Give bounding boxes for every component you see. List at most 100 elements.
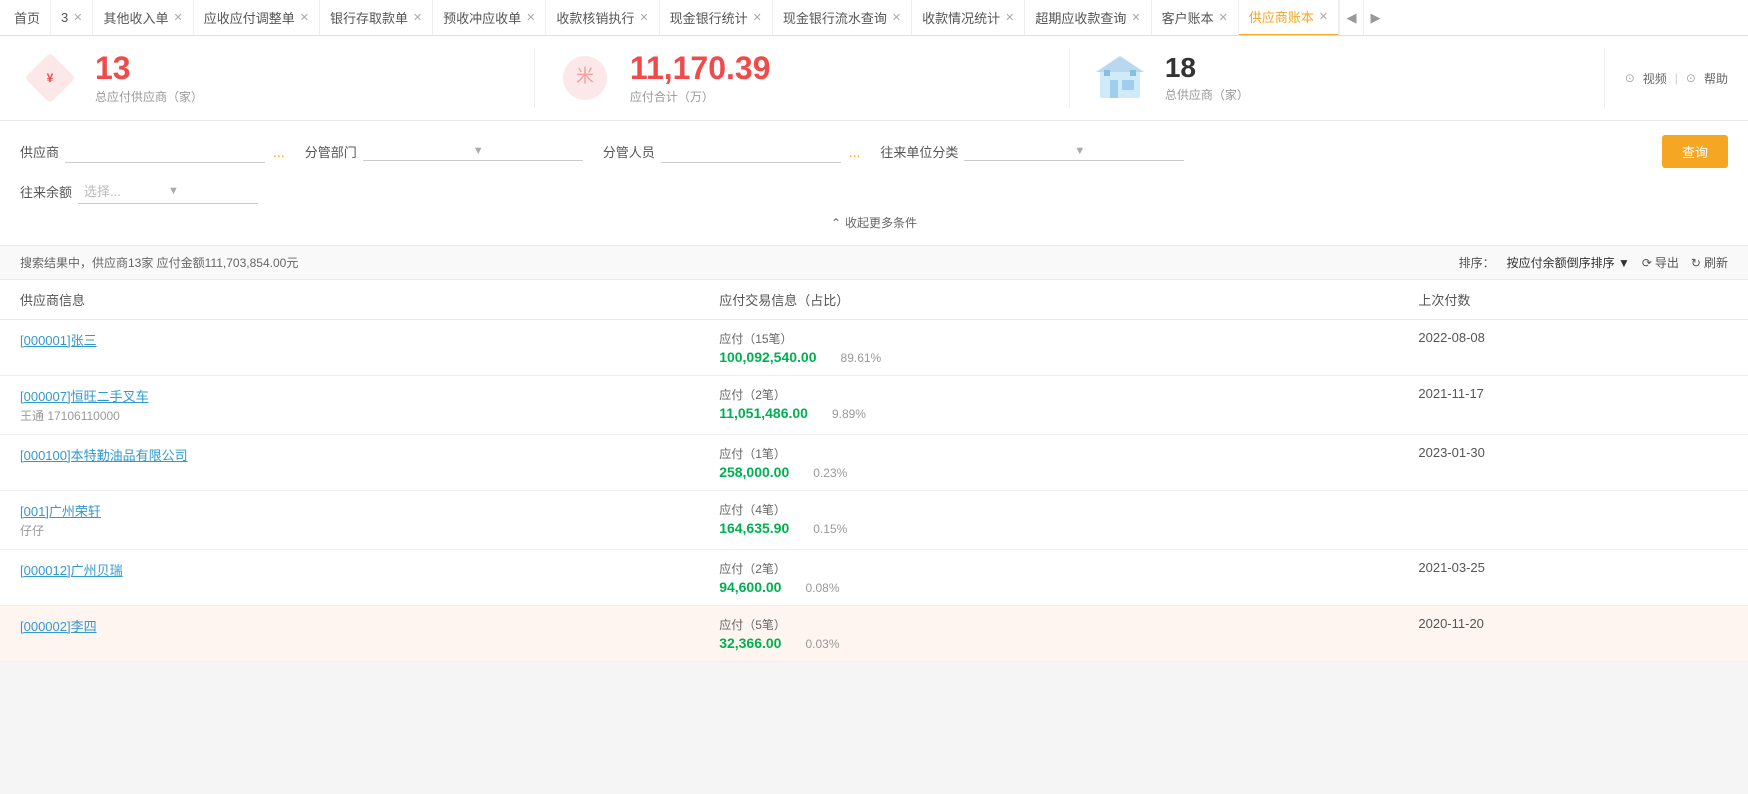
trans-pct-value: 0.23% xyxy=(813,466,847,480)
nav-tab-bank-deposit[interactable]: 银行存取款单 ✕ xyxy=(320,0,433,36)
trans-info-cell: 应付（15笔） 100,092,540.00 89.61% xyxy=(699,320,1398,376)
balance-select[interactable]: 选择... ▼ xyxy=(78,178,258,204)
nav-tab-3-label: 3 xyxy=(61,10,68,25)
nav-tab-3[interactable]: 3 ✕ xyxy=(51,0,93,36)
video-link[interactable]: 视频 xyxy=(1643,70,1667,87)
last-payment-cell: 2023-01-30 xyxy=(1398,435,1748,491)
nav-tab-supplier-ledger[interactable]: 供应商账本 ✕ xyxy=(1239,0,1339,36)
refresh-label: 刷新 xyxy=(1704,254,1728,271)
nav-tab-other-income-close[interactable]: ✕ xyxy=(173,11,182,24)
supplier-sub-info: 王通 17106110000 xyxy=(20,407,679,424)
trans-pct-value: 89.61% xyxy=(841,351,882,365)
nav-tab-ar-ap-adjust-close[interactable]: ✕ xyxy=(300,11,309,24)
result-actions: 排序： 按应付余额倒序排序 ▼ ⟳ 导出 ↻ 刷新 xyxy=(1459,254,1728,271)
nav-tab-prepaid-charge-label: 预收冲应收单 xyxy=(443,8,521,27)
person-input[interactable] xyxy=(661,141,841,163)
supplier-info-cell: [000007]恒旺二手叉车王通 17106110000 xyxy=(0,376,699,435)
top-navigation: 首页 3 ✕ 其他收入单 ✕ 应收应付调整单 ✕ 银行存取款单 ✕ 预收冲应收单… xyxy=(0,0,1748,36)
trans-amount-value[interactable]: 11,051,486.00 xyxy=(719,405,808,421)
nav-tab-ar-ap-adjust-label: 应收应付调整单 xyxy=(204,8,295,27)
table-row: [000002]李四应付（5笔）32,366.000.03%2020-11-20 xyxy=(0,606,1748,662)
nav-prev-arrow[interactable]: ◀ xyxy=(1339,0,1363,36)
nav-tab-cash-bank-stat-close[interactable]: ✕ xyxy=(753,11,762,24)
nav-tab-receipt-stat[interactable]: 收款情况统计 ✕ xyxy=(912,0,1025,36)
nav-tab-overdue-ar-close[interactable]: ✕ xyxy=(1131,11,1140,24)
trans-info-cell: 应付（5笔）32,366.000.03% xyxy=(699,606,1398,662)
supplier-link[interactable]: [000100]本特勤油品有限公司 xyxy=(20,448,188,463)
nav-tab-overdue-ar-label: 超期应收款查询 xyxy=(1035,8,1126,27)
sort-value-btn[interactable]: 按应付余额倒序排序 ▼ xyxy=(1507,254,1630,271)
nav-tab-3-close[interactable]: ✕ xyxy=(73,11,82,24)
summary-ap-amount-label: 应付合计（万） xyxy=(630,88,771,105)
refresh-button[interactable]: ↻ 刷新 xyxy=(1691,254,1728,271)
svg-text:米: 米 xyxy=(576,66,594,86)
trans-count-label: 应付（15笔） xyxy=(719,330,1378,347)
nav-tab-receipt-verify-close[interactable]: ✕ xyxy=(639,11,648,24)
wheat-icon: 米 xyxy=(555,48,615,108)
nav-tab-bank-deposit-close[interactable]: ✕ xyxy=(413,11,422,24)
trans-pct-value: 0.08% xyxy=(805,581,839,595)
summary-ap-amount-text: 11,170.39 应付合计（万） xyxy=(630,51,771,105)
nav-tab-customer-ledger-close[interactable]: ✕ xyxy=(1219,11,1228,24)
search-row-1: 供应商 ... 分管部门 ▼ 分管人员 ... 往来单位分类 ▼ xyxy=(20,135,1728,168)
nav-tab-receipt-verify-label: 收款核销执行 xyxy=(556,8,634,27)
search-bar: 供应商 ... 分管部门 ▼ 分管人员 ... 往来单位分类 ▼ xyxy=(0,121,1748,246)
supplier-dots-btn[interactable]: ... xyxy=(273,144,285,160)
nav-tab-cash-flow-query-close[interactable]: ✕ xyxy=(892,11,901,24)
category-field: 往来单位分类 ▼ xyxy=(880,142,1184,161)
table-header: 供应商信息 应付交易信息（占比） 上次付数 xyxy=(0,280,1748,320)
trans-amount-value[interactable]: 164,635.90 xyxy=(719,520,789,536)
nav-next-arrow[interactable]: ▶ xyxy=(1363,0,1387,36)
nav-tab-ar-ap-adjust[interactable]: 应收应付调整单 ✕ xyxy=(194,0,320,36)
nav-tab-customer-ledger[interactable]: 客户账本 ✕ xyxy=(1152,0,1239,36)
dept-select[interactable]: ▼ xyxy=(363,142,583,161)
supplier-link[interactable]: [000002]李四 xyxy=(20,619,97,634)
help-link[interactable]: 帮助 xyxy=(1704,70,1728,87)
nav-tab-prepaid-charge[interactable]: 预收冲应收单 ✕ xyxy=(433,0,546,36)
summary-bar: ¥ 13 总应付供应商（家） 米 11,170.39 应付合计（万） xyxy=(0,36,1748,121)
supplier-link[interactable]: [000012]广州贝瑞 xyxy=(20,563,123,578)
nav-tab-home[interactable]: 首页 xyxy=(4,0,51,36)
summary-card-ap-suppliers: ¥ 13 总应付供应商（家） xyxy=(20,48,535,108)
supplier-link[interactable]: [000001]张三 xyxy=(20,333,97,348)
nav-tab-receipt-stat-close[interactable]: ✕ xyxy=(1005,11,1014,24)
result-summary-text: 搜索结果中，供应商13家 应付金额111,703,854.00元 xyxy=(20,254,298,271)
supplier-info-cell: [000001]张三 xyxy=(0,320,699,376)
supplier-info-cell: [001]广州荣轩仔仔 xyxy=(0,491,699,550)
summary-card-ap-amount: 米 11,170.39 应付合计（万） xyxy=(555,48,1070,108)
nav-tab-supplier-ledger-close[interactable]: ✕ xyxy=(1319,10,1328,23)
nav-tab-cash-bank-stat[interactable]: 现金银行统计 ✕ xyxy=(660,0,773,36)
dept-field: 分管部门 ▼ xyxy=(305,142,583,161)
nav-tab-overdue-ar[interactable]: 超期应收款查询 ✕ xyxy=(1025,0,1151,36)
nav-tab-prepaid-charge-close[interactable]: ✕ xyxy=(526,11,535,24)
trans-count-label: 应付（2笔） xyxy=(719,560,1378,577)
summary-ap-suppliers-label: 总应付供应商（家） xyxy=(95,88,203,105)
category-select[interactable]: ▼ xyxy=(964,142,1184,161)
search-row-2: 往来余额 选择... ▼ xyxy=(20,178,1728,204)
supplier-link[interactable]: [000007]恒旺二手叉车 xyxy=(20,389,149,404)
trans-amount-value[interactable]: 100,092,540.00 xyxy=(719,349,816,365)
trans-amount-value[interactable]: 94,600.00 xyxy=(719,579,781,595)
trans-count-label: 应付（2笔） xyxy=(719,386,1378,403)
query-button[interactable]: 查询 xyxy=(1662,135,1728,168)
nav-tab-cash-flow-query[interactable]: 现金银行流水查询 ✕ xyxy=(773,0,912,36)
trans-pct-value: 0.15% xyxy=(813,522,847,536)
table-row: [001]广州荣轩仔仔应付（4笔）164,635.900.15% xyxy=(0,491,1748,550)
nav-tab-receipt-verify[interactable]: 收款核销执行 ✕ xyxy=(546,0,659,36)
collapse-button[interactable]: ⌃ 收起更多条件 xyxy=(831,210,917,235)
trans-amount-value[interactable]: 258,000.00 xyxy=(719,464,789,480)
sort-label: 排序： xyxy=(1459,254,1495,271)
nav-tab-other-income[interactable]: 其他收入单 ✕ xyxy=(93,0,193,36)
dept-select-arrow: ▼ xyxy=(473,145,577,157)
export-button[interactable]: ⟳ 导出 xyxy=(1642,254,1679,271)
person-field: 分管人员 ... xyxy=(603,141,861,163)
summary-ap-amount-value: 11,170.39 xyxy=(630,51,771,86)
table-row: [000001]张三应付（15笔）100,092,540.0089.61%202… xyxy=(0,320,1748,376)
supplier-link[interactable]: [001]广州荣轩 xyxy=(20,504,101,519)
supplier-input[interactable] xyxy=(65,141,265,163)
balance-label: 往来余额 xyxy=(20,182,72,201)
category-select-arrow: ▼ xyxy=(1074,145,1178,157)
trans-amount-value[interactable]: 32,366.00 xyxy=(719,635,781,651)
diamond-icon: ¥ xyxy=(20,48,80,108)
person-dots-btn[interactable]: ... xyxy=(849,144,861,160)
